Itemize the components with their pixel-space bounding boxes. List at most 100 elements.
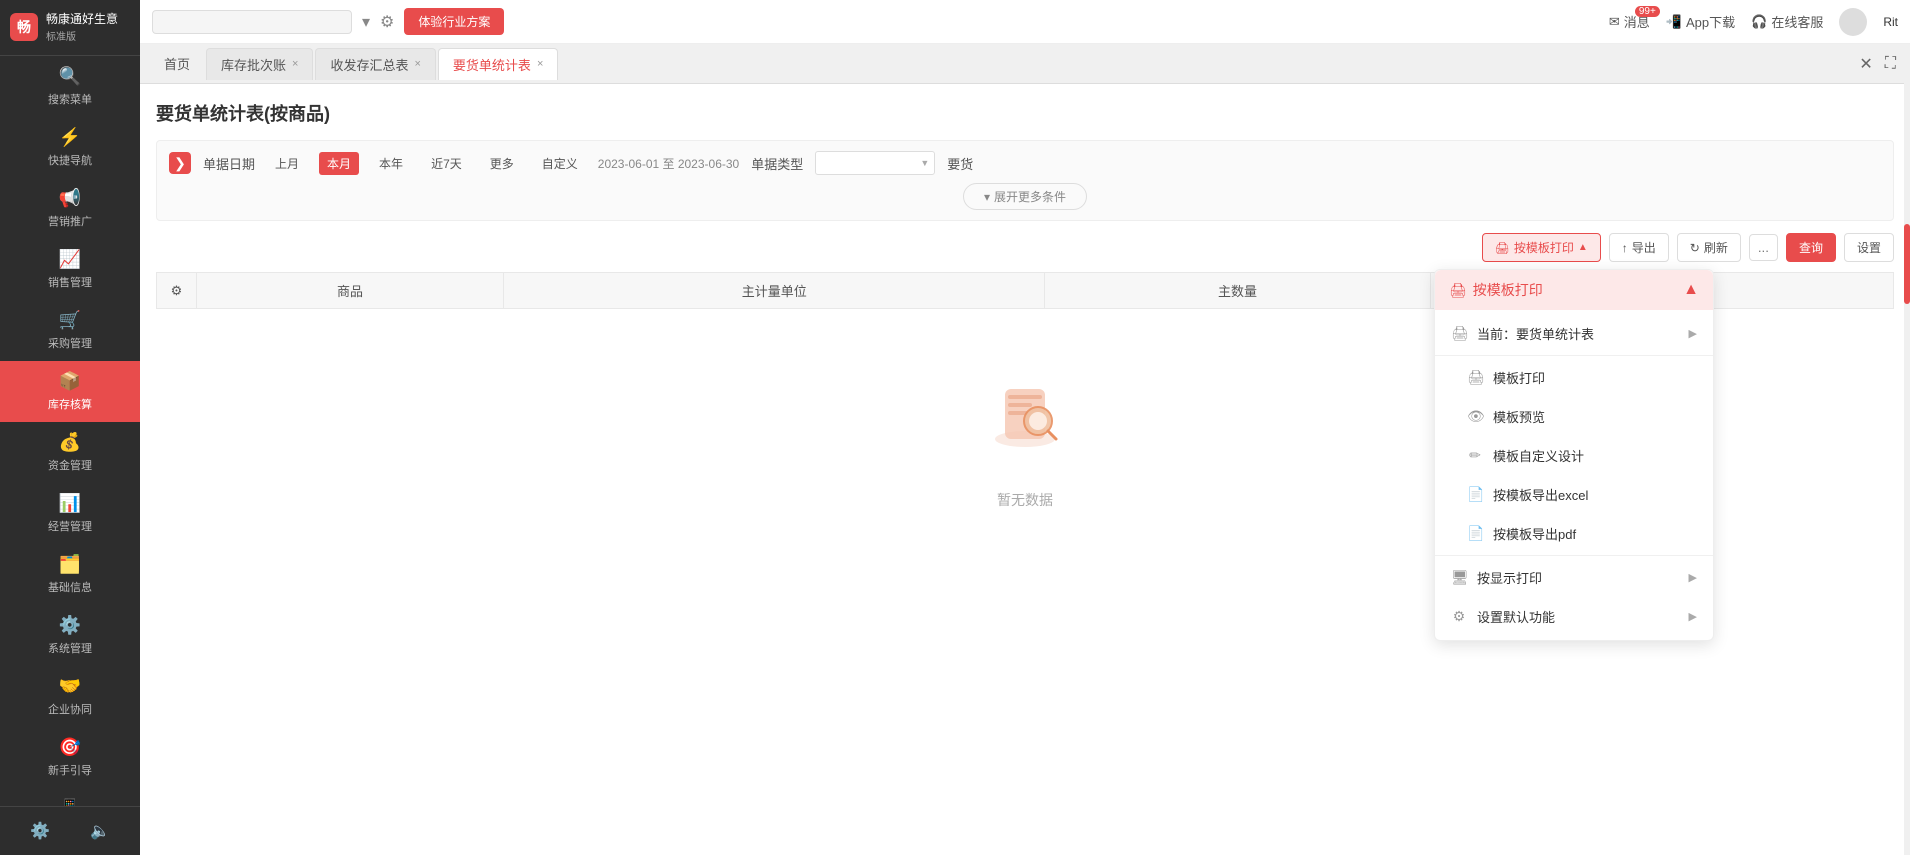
tab-close-all-button[interactable]: ✕	[1855, 52, 1876, 76]
sidebar-item-label: 快捷导航	[48, 152, 92, 168]
sidebar-item-operation[interactable]: 📊 经营管理	[0, 483, 140, 544]
template-custom-item[interactable]: ✏ 模板自定义设计	[1435, 436, 1713, 475]
sidebar-settings-button[interactable]: ⚙️	[26, 817, 54, 845]
date-this-year-button[interactable]: 本年	[371, 152, 411, 175]
sidebar-item-purchase[interactable]: 🛒 采购管理	[0, 300, 140, 361]
goods-filter-label: 要货	[947, 154, 973, 173]
template-print-label: 模板打印	[1493, 368, 1545, 387]
template-preview-item[interactable]: 👁 模板预览	[1435, 397, 1713, 436]
print-header-icon: 🖨	[1449, 282, 1467, 299]
display-print-label: 按显示打印	[1477, 568, 1542, 587]
filter-expand-icon-button[interactable]: ❯	[169, 152, 191, 174]
print-arrow-icon: ▲	[1578, 242, 1588, 253]
trial-button[interactable]: 体验行业方案	[404, 8, 504, 35]
template-export-pdf-item[interactable]: 📄 按模板导出pdf	[1435, 514, 1713, 553]
template-export-excel-item[interactable]: 📄 按模板导出excel	[1435, 475, 1713, 514]
sidebar-bottom: ⚙️ 🔈	[0, 806, 140, 855]
print-template-button[interactable]: 🖨 按模板打印 ▲	[1482, 233, 1601, 262]
type-select-wrapper	[815, 151, 935, 175]
expand-label: 展开更多条件	[994, 188, 1066, 205]
template-print-icon: 🖨	[1467, 369, 1483, 386]
print-dropdown-header: 🖨 按模板打印 ▲	[1435, 270, 1713, 310]
display-print-item[interactable]: 🖥 按显示打印 ▶	[1435, 558, 1713, 597]
sidebar-item-label: 搜索菜单	[48, 91, 92, 107]
refresh-label: 刷新	[1704, 239, 1728, 256]
separator-1	[1435, 355, 1713, 356]
marketing-icon: 📢	[59, 188, 81, 209]
pdf-icon: 📄	[1467, 525, 1483, 542]
sidebar-item-label: 新手引导	[48, 762, 92, 778]
sidebar-item-search[interactable]: 🔍 搜索菜单	[0, 56, 140, 117]
date-more-button[interactable]: 更多	[482, 152, 522, 175]
tab-collection-summary[interactable]: 收发存汇总表 ×	[315, 48, 435, 80]
tab-collection-summary-label: 收发存汇总表	[330, 55, 408, 74]
print-current-item[interactable]: 🖨 当前：要货单统计表 ▶	[1435, 314, 1713, 353]
scroll-thumb[interactable]	[1904, 224, 1910, 304]
page-title: 要货单统计表(按商品)	[156, 100, 1894, 126]
date-custom-button[interactable]: 自定义	[534, 152, 586, 175]
tab-home-label: 首页	[164, 54, 190, 73]
type-select[interactable]	[815, 151, 935, 175]
settings-button[interactable]: 设置	[1844, 233, 1894, 262]
current-icon: 🖨	[1451, 325, 1467, 342]
date-last-month-button[interactable]: 上月	[267, 152, 307, 175]
sidebar-item-finance[interactable]: 💰 资金管理	[0, 422, 140, 483]
tab-maximize-button[interactable]: ⛶	[1881, 52, 1900, 76]
tab-order-summary-close[interactable]: ×	[537, 58, 543, 70]
app-download-button[interactable]: 📲 App下载	[1666, 12, 1735, 31]
sidebar-item-marketing[interactable]: 📢 营销推广	[0, 178, 140, 239]
messages-button[interactable]: ✉ 消息 99+	[1609, 12, 1650, 31]
date-this-month-button[interactable]: 本月	[319, 152, 359, 175]
sidebar-item-guide[interactable]: 🎯 新手引导	[0, 727, 140, 788]
filter-row: ❯ 单据日期 上月 本月 本年 近7天 更多 自定义 2023-06-01 至 …	[169, 151, 1881, 175]
tab-collection-summary-close[interactable]: ×	[414, 58, 420, 70]
sidebar-item-quick-nav[interactable]: ⚡ 快捷导航	[0, 117, 140, 178]
template-print-item[interactable]: 🖨 模板打印	[1435, 358, 1713, 397]
purchase-icon: 🛒	[59, 310, 81, 331]
topbar-search-input[interactable]	[152, 10, 352, 34]
export-button[interactable]: ↑ 导出	[1609, 233, 1669, 262]
tab-inventory-batch[interactable]: 库存批次账 ×	[206, 48, 313, 80]
query-button[interactable]: 查询	[1786, 233, 1836, 262]
tab-home[interactable]: 首页	[150, 48, 204, 79]
topbar-right: ✉ 消息 99+ 📲 App下载 🎧 在线客服 Rit	[1609, 8, 1898, 36]
sales-icon: 📈	[59, 249, 81, 270]
sidebar-item-system[interactable]: ⚙️ 系统管理	[0, 605, 140, 666]
date-7days-button[interactable]: 近7天	[423, 152, 470, 175]
sidebar-item-label: 资金管理	[48, 457, 92, 473]
more-options-button[interactable]: ...	[1749, 234, 1778, 261]
app-logo: 畅 畅康通好生意 标准版	[0, 0, 140, 56]
sidebar-item-label: 采购管理	[48, 335, 92, 351]
tabs-right-controls: ✕ ⛶	[1855, 52, 1900, 76]
sidebar-item-collab[interactable]: 🤝 企业协同	[0, 666, 140, 727]
quick-nav-icon: ⚡	[59, 127, 81, 148]
user-avatar[interactable]	[1839, 8, 1867, 36]
topbar-dropdown-icon[interactable]: ▾	[362, 12, 370, 32]
default-settings-item[interactable]: ⚙ 设置默认功能 ▶	[1435, 597, 1713, 636]
refresh-button[interactable]: ↻ 刷新	[1677, 233, 1741, 262]
username-label[interactable]: Rit	[1883, 15, 1898, 29]
print-current-label: 当前：要货单统计表	[1477, 324, 1594, 343]
expand-more-button[interactable]: ▾ 展开更多条件	[963, 183, 1087, 210]
sidebar-item-inventory[interactable]: 📦 库存核算	[0, 361, 140, 422]
separator-2	[1435, 555, 1713, 556]
sidebar-sound-button[interactable]: 🔈	[86, 817, 114, 845]
tab-inventory-batch-close[interactable]: ×	[292, 58, 298, 70]
sidebar-item-sales[interactable]: 📈 销售管理	[0, 239, 140, 300]
sidebar-item-label: 系统管理	[48, 640, 92, 656]
template-preview-icon: 👁	[1467, 408, 1483, 425]
topbar-gear-icon[interactable]: ⚙	[380, 12, 394, 32]
template-export-excel-label: 按模板导出excel	[1493, 485, 1588, 504]
sidebar-item-base[interactable]: 🗂️ 基础信息	[0, 544, 140, 605]
th-goods: 商品	[197, 273, 504, 309]
th-settings[interactable]: ⚙	[157, 273, 197, 309]
tab-inventory-batch-label: 库存批次账	[221, 55, 286, 74]
tabs-bar: 首页 库存批次账 × 收发存汇总表 × 要货单统计表 × ✕ ⛶	[140, 44, 1910, 84]
content-area: 要货单统计表(按商品) ❯ 单据日期 上月 本月 本年 近7天 更多 自定义 2…	[140, 84, 1910, 855]
print-dropdown-close-button[interactable]: ▲	[1683, 281, 1699, 299]
tab-order-summary[interactable]: 要货单统计表 ×	[438, 48, 558, 80]
app-version: 标准版	[46, 28, 118, 43]
th-unit: 主计量单位	[503, 273, 1045, 309]
online-service-button[interactable]: 🎧 在线客服	[1751, 12, 1823, 31]
sidebar-item-app-center[interactable]: 📱 应用中心	[0, 788, 140, 806]
